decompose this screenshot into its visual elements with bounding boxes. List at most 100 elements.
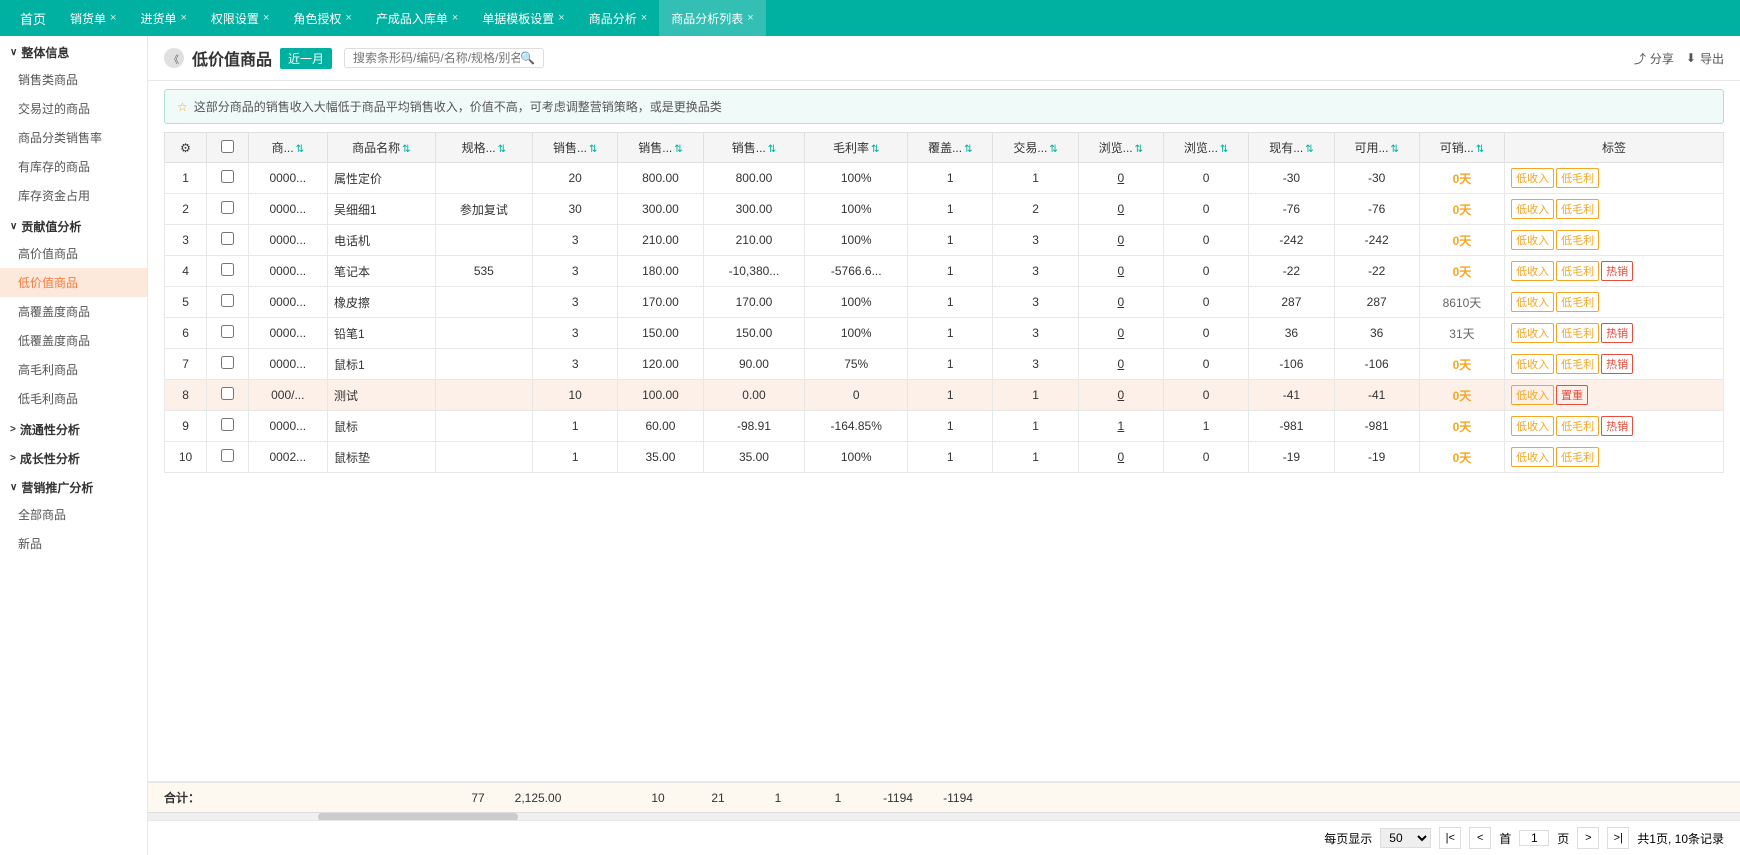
nav-product-analysis[interactable]: 商品分析 × <box>577 0 659 36</box>
nav-close-inventory[interactable]: × <box>452 12 458 24</box>
sidebar-item-inventory-fund[interactable]: 库存资金占用 <box>0 181 147 210</box>
nav-product-analysis-list[interactable]: 商品分析列表 × <box>659 0 765 36</box>
col-sales3[interactable]: 销售...⇅ <box>703 133 805 163</box>
cell-spec <box>435 411 532 442</box>
views-link[interactable]: 1 <box>1117 419 1124 433</box>
col-code[interactable]: 商...⇅ <box>248 133 327 163</box>
table-row: 5 0000... 橡皮擦 3 170.00 170.00 100% 1 3 0… <box>165 287 1724 318</box>
nav-purchase[interactable]: 进货单 × <box>128 0 198 36</box>
sidebar-item-traded-products[interactable]: 交易过的商品 <box>0 94 147 123</box>
cell-checkbox <box>207 163 249 194</box>
select-all-checkbox[interactable] <box>221 140 234 153</box>
row-checkbox[interactable] <box>221 418 234 431</box>
sidebar-item-sales-products[interactable]: 销售类商品 <box>0 65 147 94</box>
cell-days: 0天 <box>1419 349 1504 380</box>
sidebar-item-all-products[interactable]: 全部商品 <box>0 500 147 529</box>
nav-inventory[interactable]: 产成品入库单 × <box>364 0 470 36</box>
col-current-stock[interactable]: 现有...⇅ <box>1249 133 1334 163</box>
row-checkbox[interactable] <box>221 325 234 338</box>
col-sales2[interactable]: 销售...⇅ <box>618 133 703 163</box>
views-link[interactable]: 0 <box>1117 202 1124 216</box>
sidebar-item-low-coverage[interactable]: 低覆盖度商品 <box>0 326 147 355</box>
views-link[interactable]: 0 <box>1117 388 1124 402</box>
sidebar-item-high-value[interactable]: 高价值商品 <box>0 239 147 268</box>
col-sellable[interactable]: 可销...⇅ <box>1419 133 1504 163</box>
cell-col14: 287 <box>1334 287 1419 318</box>
row-checkbox[interactable] <box>221 387 234 400</box>
collapse-button[interactable]: 《 <box>164 48 184 68</box>
search-icon[interactable]: 🔍 <box>520 51 535 65</box>
views-link[interactable]: 0 <box>1117 233 1124 247</box>
sidebar-item-low-margin[interactable]: 低毛利商品 <box>0 384 147 413</box>
views-link[interactable]: 0 <box>1117 357 1124 371</box>
col-transactions[interactable]: 交易...⇅ <box>993 133 1078 163</box>
row-checkbox[interactable] <box>221 294 234 307</box>
cell-col9: 1 <box>908 225 993 256</box>
sidebar-group-overview[interactable]: ∨ 整体信息 <box>0 36 147 65</box>
col-name[interactable]: 商品名称⇅ <box>327 133 435 163</box>
nav-home[interactable]: 首页 <box>8 0 58 36</box>
next-page-button[interactable]: > <box>1577 827 1599 849</box>
row-checkbox[interactable] <box>221 201 234 214</box>
sidebar-group-marketing[interactable]: ∨ 营销推广分析 <box>0 471 147 500</box>
nav-close-permissions[interactable]: × <box>263 12 269 24</box>
col-margin[interactable]: 毛利率⇅ <box>805 133 908 163</box>
row-checkbox[interactable] <box>221 356 234 369</box>
row-checkbox[interactable] <box>221 170 234 183</box>
views-link[interactable]: 0 <box>1117 450 1124 464</box>
sidebar-group-circulation[interactable]: > 流通性分析 <box>0 413 147 442</box>
cell-col10: 3 <box>993 349 1078 380</box>
cell-col6: 100.00 <box>618 380 703 411</box>
row-checkbox[interactable] <box>221 232 234 245</box>
nav-roles[interactable]: 角色授权 × <box>281 0 363 36</box>
prev-page-button[interactable]: < <box>1469 827 1491 849</box>
per-page-select[interactable]: 50 100 <box>1380 828 1431 848</box>
col-coverage[interactable]: 覆盖...⇅ <box>908 133 993 163</box>
cell-col14: -76 <box>1334 194 1419 225</box>
views-link[interactable]: 0 <box>1117 171 1124 185</box>
cell-col5: 3 <box>533 225 618 256</box>
nav-close-product-analysis[interactable]: × <box>641 12 647 24</box>
row-checkbox[interactable] <box>221 449 234 462</box>
nav-close-template[interactable]: × <box>558 12 564 24</box>
footer-col7 <box>568 791 628 805</box>
cell-col9: 1 <box>908 442 993 473</box>
col-views1[interactable]: 浏览...⇅ <box>1078 133 1163 163</box>
sidebar-item-low-value[interactable]: 低价值商品 <box>0 268 147 297</box>
current-page-input[interactable] <box>1519 830 1549 846</box>
sidebar-item-in-stock[interactable]: 有库存的商品 <box>0 152 147 181</box>
search-input[interactable] <box>353 51 520 65</box>
sidebar-group-growth[interactable]: > 成长性分析 <box>0 442 147 471</box>
nav-close-purchase[interactable]: × <box>180 12 186 24</box>
col-views2[interactable]: 浏览...⇅ <box>1163 133 1248 163</box>
sidebar-item-high-coverage[interactable]: 高覆盖度商品 <box>0 297 147 326</box>
scroll-bar[interactable] <box>148 812 1740 820</box>
sidebar-group-contribution[interactable]: ∨ 贡献值分析 <box>0 210 147 239</box>
footer-col9: 21 <box>688 791 748 805</box>
last-page-button[interactable]: >| <box>1607 827 1629 849</box>
first-page-button[interactable]: |< <box>1439 827 1461 849</box>
sidebar-item-high-margin[interactable]: 高毛利商品 <box>0 355 147 384</box>
col-settings[interactable]: ⚙ <box>165 133 207 163</box>
views-link[interactable]: 0 <box>1117 326 1124 340</box>
sidebar-item-category-sales-rate[interactable]: 商品分类销售率 <box>0 123 147 152</box>
col-sales1[interactable]: 销售...⇅ <box>533 133 618 163</box>
nav-close-roles[interactable]: × <box>345 12 351 24</box>
views-link[interactable]: 0 <box>1117 295 1124 309</box>
tag: 低毛利 <box>1556 199 1599 219</box>
nav-close-sales[interactable]: × <box>110 12 116 24</box>
cell-days: 8610天 <box>1419 287 1504 318</box>
sidebar-item-new-products[interactable]: 新品 <box>0 529 147 558</box>
nav-sales[interactable]: 销货单 × <box>58 0 128 36</box>
share-button[interactable]: ⤴ 分享 <box>1634 50 1674 67</box>
period-button[interactable]: 近一月 <box>280 48 332 69</box>
col-available[interactable]: 可用...⇅ <box>1334 133 1419 163</box>
col-spec[interactable]: 规格...⇅ <box>435 133 532 163</box>
nav-template[interactable]: 单据模板设置 × <box>470 0 576 36</box>
tag: 置重 <box>1556 385 1588 405</box>
views-link[interactable]: 0 <box>1117 264 1124 278</box>
nav-permissions[interactable]: 权限设置 × <box>199 0 281 36</box>
nav-close-product-analysis-list[interactable]: × <box>747 12 753 24</box>
export-button[interactable]: ⬇ 导出 <box>1686 50 1724 67</box>
row-checkbox[interactable] <box>221 263 234 276</box>
